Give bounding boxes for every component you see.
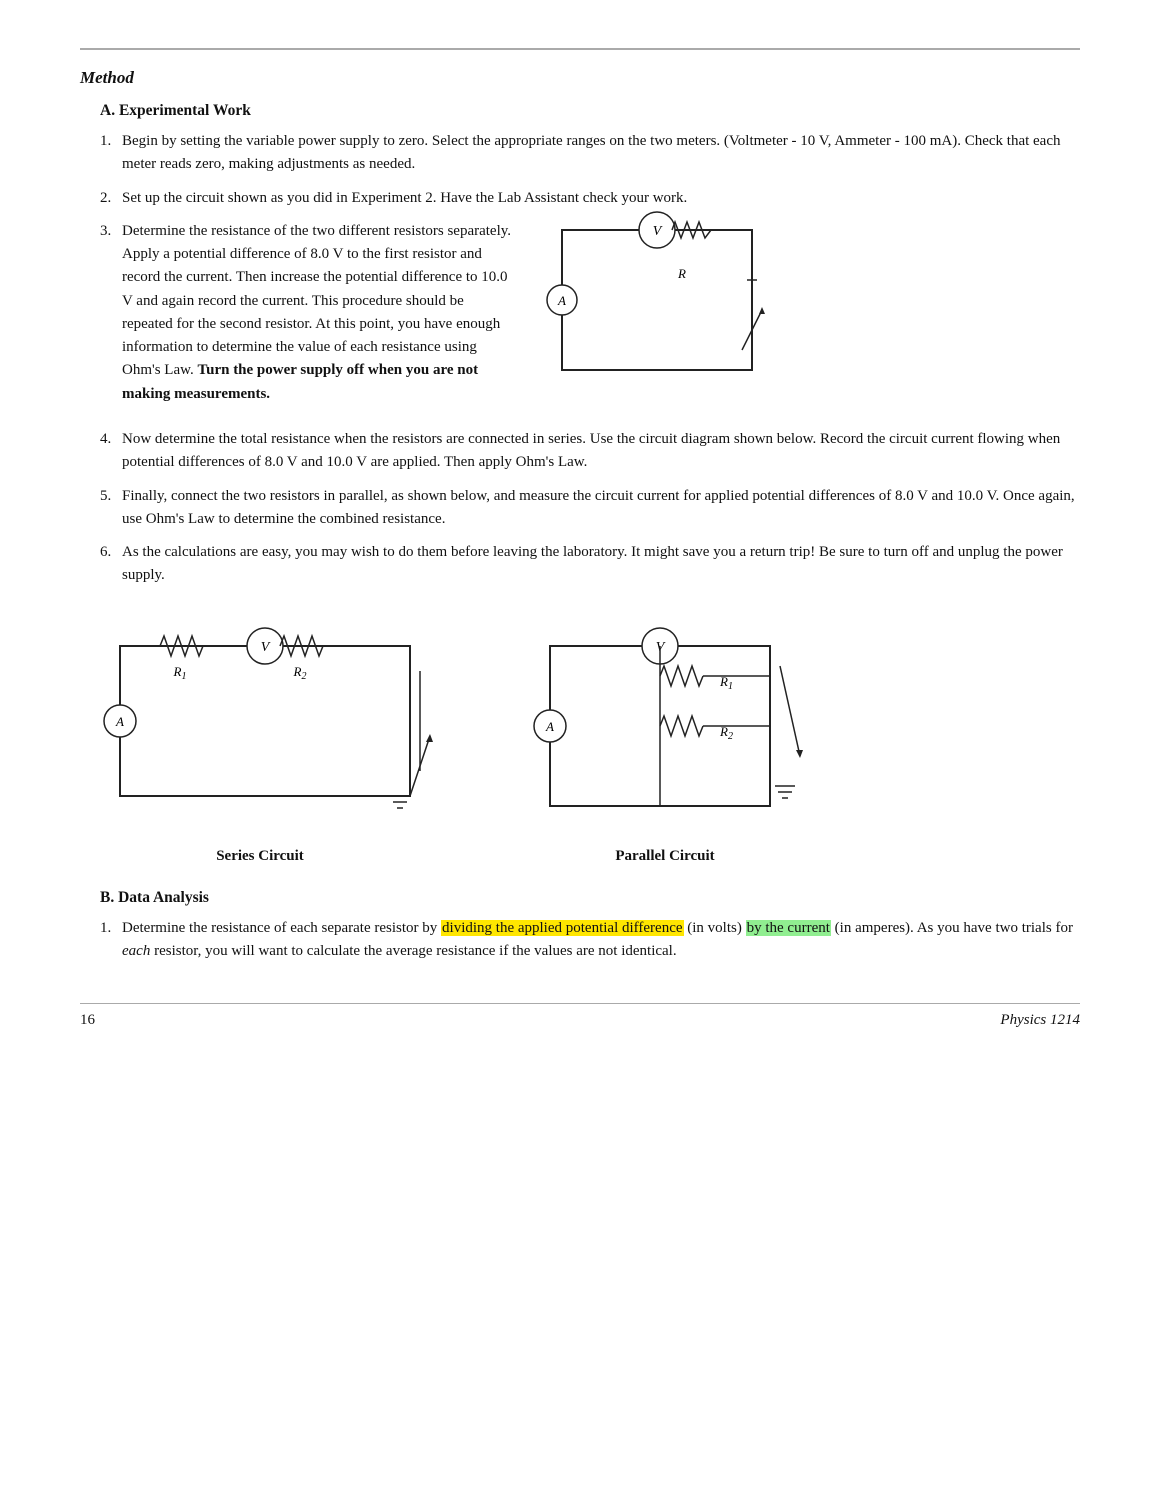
da-text-between: (in volts)	[684, 920, 746, 936]
parallel-circuit-svg: V A R1 R2	[520, 616, 810, 836]
item4-text: Now determine the total resistance when …	[122, 428, 1080, 475]
top-border	[80, 48, 1080, 50]
svg-text:R2: R2	[293, 664, 307, 682]
list-item-4: 4. Now determine the total resistance wh…	[100, 428, 1080, 475]
list-item-3: 3. Determine the resistance of the two d…	[100, 220, 1080, 418]
page-number: 16	[80, 1012, 95, 1029]
svg-text:V: V	[653, 224, 663, 239]
item3-content: Determine the resistance of the two diff…	[122, 220, 1080, 418]
svg-text:R1: R1	[173, 664, 187, 682]
da-highlight-yellow: dividing the applied potential differenc…	[441, 920, 683, 936]
page: Method A. Experimental Work 1. Begin by …	[0, 0, 1160, 1498]
list-item-1: 1. Begin by setting the variable power s…	[100, 130, 1080, 177]
da-text-end: resistor, you will want to calculate the…	[150, 943, 676, 959]
item6-num: 6.	[100, 541, 122, 564]
list-item-6: 6. As the calculations are easy, you may…	[100, 541, 1080, 588]
item3-normal-text: Determine the resistance of the two diff…	[122, 223, 511, 379]
item1-text: Begin by setting the variable power supp…	[122, 130, 1080, 177]
subsection-b-title: B. Data Analysis	[100, 889, 1080, 907]
data-analysis-list: 1. Determine the resistance of each sepa…	[100, 917, 1080, 964]
data-analysis-item-1: 1. Determine the resistance of each sepa…	[100, 917, 1080, 964]
item1-num: 1.	[100, 130, 122, 153]
item5-text: Finally, connect the two resistors in pa…	[122, 485, 1080, 532]
series-circuit-label: Series Circuit	[216, 848, 304, 865]
item5-num: 5.	[100, 485, 122, 508]
item3-num: 3.	[100, 220, 122, 243]
circuit-diagram-single: V A R	[542, 210, 772, 418]
series-circuit-block: V A R1 R2	[80, 616, 440, 865]
experimental-work-list: 1. Begin by setting the variable power s…	[100, 130, 1080, 588]
da-item1-text: Determine the resistance of each separat…	[122, 917, 1080, 964]
parallel-circuit-label: Parallel Circuit	[615, 848, 714, 865]
item2-text: Set up the circuit shown as you did in E…	[122, 187, 1080, 210]
list-item-2: 2. Set up the circuit shown as you did i…	[100, 187, 1080, 210]
series-circuit-svg: V A R1 R2	[80, 616, 440, 836]
item4-num: 4.	[100, 428, 122, 451]
item2-num: 2.	[100, 187, 122, 210]
da-item1-num: 1.	[100, 917, 122, 940]
item3-text: Determine the resistance of the two diff…	[122, 220, 512, 406]
section-b: B. Data Analysis 1. Determine the resist…	[80, 889, 1080, 964]
page-course: Physics 1214	[1000, 1012, 1080, 1029]
page-footer: 16 Physics 1214	[80, 1003, 1080, 1029]
subsection-a-title: A. Experimental Work	[100, 102, 1080, 120]
circuits-row: V A R1 R2	[80, 616, 1080, 865]
da-italic-each: each	[122, 943, 150, 959]
item6-text: As the calculations are easy, you may wi…	[122, 541, 1080, 588]
svg-text:A: A	[545, 719, 554, 734]
svg-text:A: A	[557, 293, 566, 308]
da-highlight-green: by the current	[746, 920, 831, 936]
svg-text:A: A	[115, 714, 124, 729]
svg-text:V: V	[261, 640, 271, 655]
da-text-after: (in amperes). As you have two trials for	[831, 920, 1073, 936]
list-item-5: 5. Finally, connect the two resistors in…	[100, 485, 1080, 532]
svg-text:R: R	[677, 266, 686, 281]
da-text-before-h1: Determine the resistance of each separat…	[122, 920, 441, 936]
parallel-circuit-block: V A R1 R2	[520, 616, 810, 865]
section-title: Method	[80, 68, 1080, 88]
